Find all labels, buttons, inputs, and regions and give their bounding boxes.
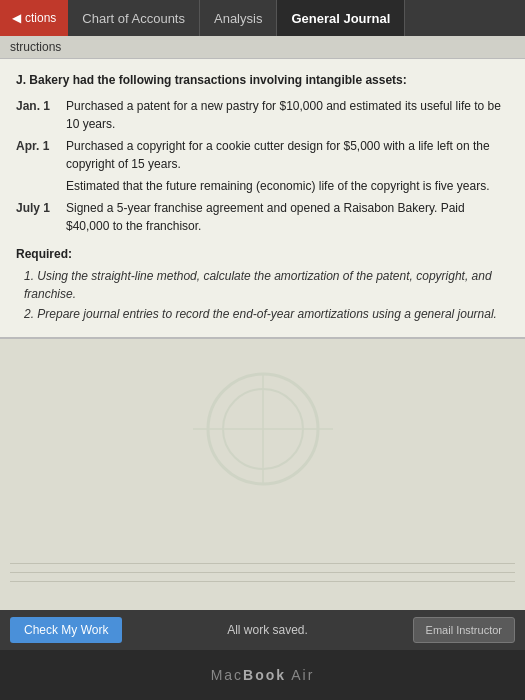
save-status: All work saved. [122, 623, 412, 637]
top-nav: ◀ ctions Chart of Accounts Analysis Gene… [0, 0, 525, 36]
required-item-1: 1. Using the straight-line method, calcu… [24, 267, 509, 303]
section-label: structions [0, 36, 525, 59]
macbook-label: MacBook Air [211, 667, 315, 683]
back-button[interactable]: ◀ ctions [0, 0, 68, 36]
transaction-apr1: Apr. 1 Purchased a copyright for a cooki… [16, 137, 509, 173]
tab-analysis[interactable]: Analysis [200, 0, 277, 36]
tab-general-journal[interactable]: General Journal [277, 0, 405, 36]
main-content: structions J. Bakery had the following t… [0, 36, 525, 610]
back-label: ctions [25, 11, 56, 25]
tab-chart-of-accounts[interactable]: Chart of Accounts [68, 0, 200, 36]
check-my-work-button[interactable]: Check My Work [10, 617, 122, 643]
work-line-1 [10, 563, 515, 564]
work-lines [0, 563, 525, 590]
transaction-jan1: Jan. 1 Purchased a patent for a new past… [16, 97, 509, 133]
transaction-july1: July 1 Signed a 5-year franchise agreeme… [16, 199, 509, 235]
macbook-bottom: MacBook Air [0, 650, 525, 700]
work-area [0, 339, 525, 610]
transaction-date-apr1: Apr. 1 [16, 137, 66, 173]
work-line-2 [10, 572, 515, 573]
email-instructor-button[interactable]: Email Instructor [413, 617, 515, 643]
transaction-text-apr1: Purchased a copyright for a cookie cutte… [66, 137, 509, 173]
transaction-text-july1: Signed a 5-year franchise agreement and … [66, 199, 509, 235]
transaction-text-jan1: Purchased a patent for a new pastry for … [66, 97, 509, 133]
transaction-date-jan1: Jan. 1 [16, 97, 66, 133]
required-section: Required: 1. Using the straight-line met… [16, 245, 509, 323]
transaction-date-july1: July 1 [16, 199, 66, 235]
instructions-panel: J. Bakery had the following transactions… [0, 59, 525, 339]
work-line-3 [10, 581, 515, 582]
bottom-bar: Check My Work All work saved. Email Inst… [0, 610, 525, 650]
required-title: Required: [16, 245, 509, 263]
instructions-intro: J. Bakery had the following transactions… [16, 71, 509, 89]
back-arrow-icon: ◀ [12, 11, 21, 25]
watermark-decoration [163, 369, 363, 489]
transaction-copyright-note: Estimated that the future remaining (eco… [66, 177, 509, 195]
required-item-2: 2. Prepare journal entries to record the… [24, 305, 509, 323]
